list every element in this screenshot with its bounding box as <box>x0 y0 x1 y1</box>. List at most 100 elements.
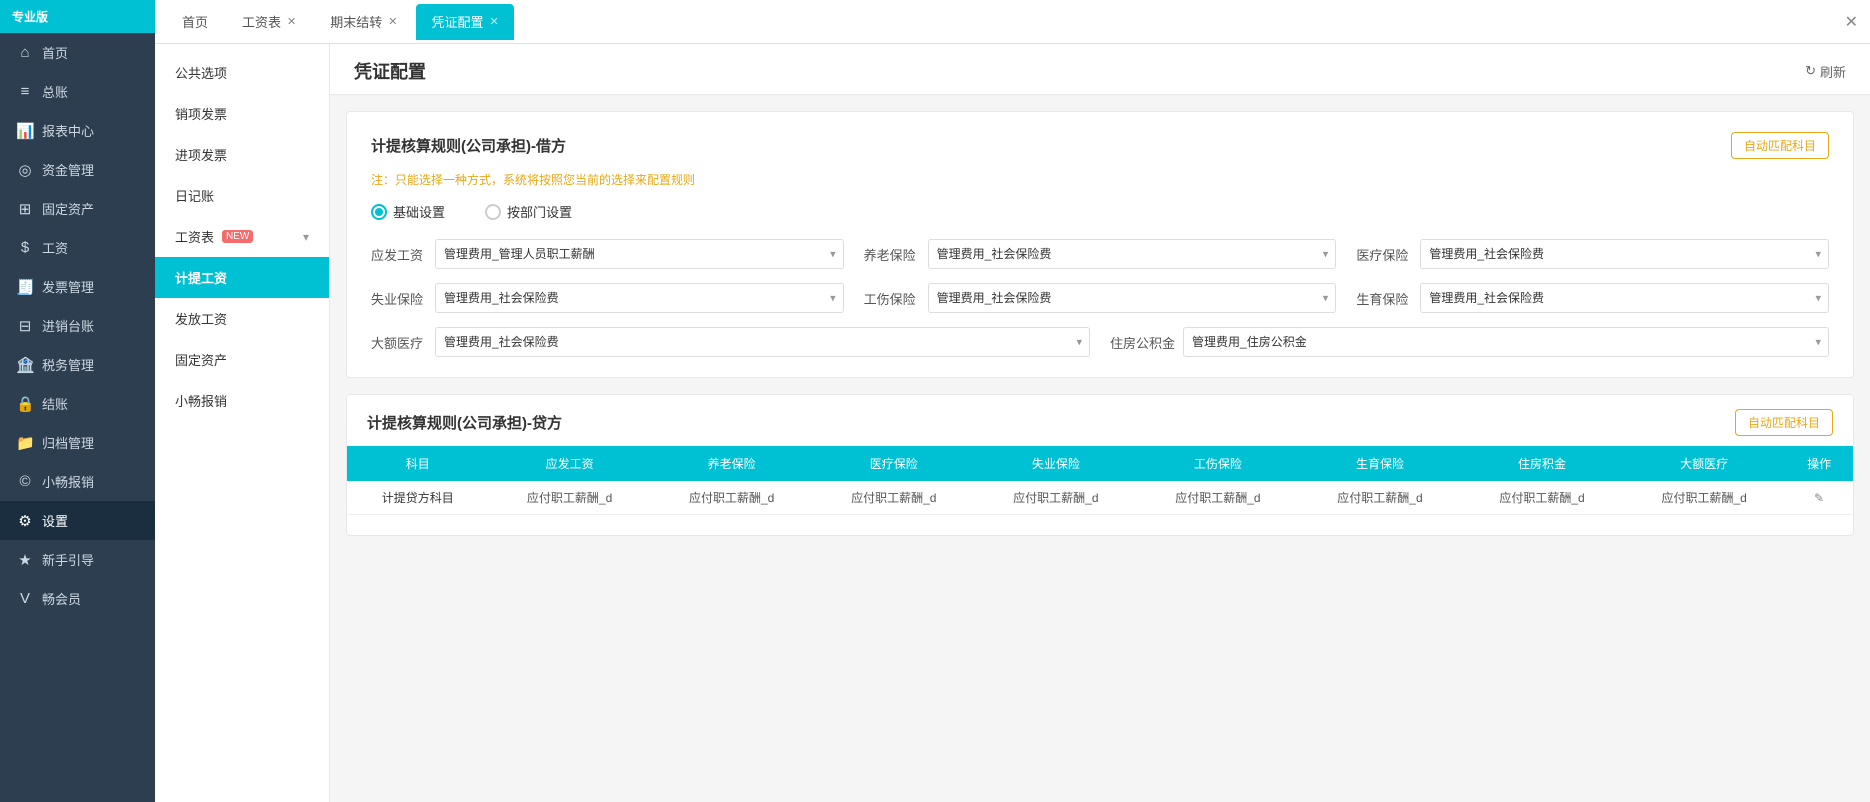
sidebar-item-archive-management[interactable]: 📁 归档管理 <box>0 423 155 462</box>
select-yang-lao[interactable]: 管理费用_社会保险费 <box>928 239 1337 269</box>
debit-section-header: 计提核算规则(公司承担)-借方 自动匹配科目 <box>371 132 1829 159</box>
credit-auto-match-btn[interactable]: 自动匹配科目 <box>1735 409 1833 436</box>
label-shi-ye: 失业保险 <box>371 289 427 308</box>
close-voucher-config-tab[interactable]: ✕ <box>490 15 499 28</box>
td-ying-fa: 应付职工薪酬_d <box>489 481 651 515</box>
td-da-e: 应付职工薪酬_d <box>1623 481 1785 515</box>
report-icon: 📊 <box>16 122 34 140</box>
field-sheng-yu: 生育保险 管理费用_社会保险费 ▾ <box>1356 283 1829 313</box>
left-nav-journal[interactable]: 日记账 <box>155 175 329 216</box>
form-grid-row3: 大额医疗 管理费用_社会保险费 ▾ 住房公积金 管理费用_住房公积金 <box>371 327 1829 357</box>
label-ying-fa-gongzi: 应发工资 <box>371 245 427 264</box>
label-yang-lao: 养老保险 <box>864 245 920 264</box>
tab-voucher-config[interactable]: 凭证配置 ✕ <box>416 4 513 40</box>
closing-icon: 🔒 <box>16 395 34 413</box>
table-header-row: 科目 应发工资 养老保险 医疗保险 失业保险 工伤保险 生育保险 住房积金 大额… <box>347 446 1853 481</box>
sidebar-item-home[interactable]: ⌂ 首页 <box>0 33 155 72</box>
main-area: 首页 工资表 ✕ 期末结转 ✕ 凭证配置 ✕ ✕ 公共选项 销项发票 进项发票 <box>155 0 1870 802</box>
select-wrapper-ying-fa: 管理费用_管理人员职工薪酬 ▾ <box>435 239 844 269</box>
field-da-e-yiliao: 大额医疗 管理费用_社会保险费 ▾ <box>371 327 1090 357</box>
sidebar-item-report-center[interactable]: 📊 报表中心 <box>0 111 155 150</box>
page-header: 凭证配置 ↻ 刷新 <box>330 44 1870 95</box>
radio-group: 基础设置 按部门设置 <box>371 202 1829 221</box>
tab-home[interactable]: 首页 <box>167 4 223 40</box>
label-zhu-fang: 住房公积金 <box>1110 333 1175 352</box>
sidebar-item-vip-member[interactable]: V 畅会员 <box>0 579 155 618</box>
td-sheng-yu-value: 应付职工薪酬_d <box>1337 491 1422 505</box>
th-ying-fa: 应发工资 <box>489 446 651 481</box>
close-period-close-tab[interactable]: ✕ <box>388 15 397 28</box>
field-yi-liao: 医疗保险 管理费用_社会保险费 ▾ <box>1356 239 1829 269</box>
td-edit-action[interactable]: ✎ <box>1785 481 1853 515</box>
sidebar-item-tax-management[interactable]: 🏦 税务管理 <box>0 345 155 384</box>
select-sheng-yu[interactable]: 管理费用_社会保险费 <box>1420 283 1829 313</box>
debit-notice: 注：只能选择一种方式，系统将按照您当前的选择来配置规则 <box>371 171 1829 188</box>
refresh-icon: ↻ <box>1805 63 1816 79</box>
td-subject: 计提贷方科目 <box>347 481 489 515</box>
form-grid-row1: 应发工资 管理费用_管理人员职工薪酬 ▾ 养老保险 管理费用_社会保险费 <box>371 239 1829 269</box>
td-gong-shang-value: 应付职工薪酬_d <box>1175 491 1260 505</box>
debit-auto-match-btn[interactable]: 自动匹配科目 <box>1731 132 1829 159</box>
left-nav-calc-salary[interactable]: 计提工资 <box>155 257 329 298</box>
select-shi-ye[interactable]: 管理费用_社会保险费 <box>435 283 844 313</box>
sidebar-item-settings[interactable]: ⚙ 设置 <box>0 501 155 540</box>
select-ying-fa-gongzi[interactable]: 管理费用_管理人员职工薪酬 <box>435 239 844 269</box>
select-da-e[interactable]: 管理费用_社会保险费 <box>435 327 1090 357</box>
invoice-icon: 🧾 <box>16 278 34 296</box>
sidebar-item-xiaochange-report[interactable]: © 小畅报销 <box>0 462 155 501</box>
select-zhu-fang[interactable]: 管理费用_住房公积金 <box>1183 327 1829 357</box>
td-yi-liao: 应付职工薪酬_d <box>813 481 975 515</box>
debit-section: 计提核算规则(公司承担)-借方 自动匹配科目 注：只能选择一种方式，系统将按照您… <box>346 111 1854 378</box>
sidebar-item-purchase-sales[interactable]: ⊟ 进销台账 <box>0 306 155 345</box>
refresh-btn[interactable]: ↻ 刷新 <box>1805 62 1846 81</box>
sidebar-item-fixed-assets[interactable]: ⊞ 固定资产 <box>0 189 155 228</box>
label-sheng-yu: 生育保险 <box>1356 289 1412 308</box>
tabs-bar: 首页 工资表 ✕ 期末结转 ✕ 凭证配置 ✕ ✕ <box>155 0 1870 44</box>
page-title: 凭证配置 <box>354 58 426 84</box>
radio-dept-setting[interactable]: 按部门设置 <box>485 202 572 221</box>
edit-row-icon[interactable]: ✎ <box>1814 491 1824 505</box>
select-wrapper-yi-liao: 管理费用_社会保险费 ▾ <box>1420 239 1829 269</box>
label-da-e-yiliao: 大额医疗 <box>371 333 427 352</box>
td-yi-liao-value: 应付职工薪酬_d <box>851 491 936 505</box>
left-nav-xiaochange-expense[interactable]: 小畅报销 <box>155 380 329 421</box>
td-gong-shang: 应付职工薪酬_d <box>1137 481 1299 515</box>
radio-dept-indicator <box>485 204 501 220</box>
select-yi-liao[interactable]: 管理费用_社会保险费 <box>1420 239 1829 269</box>
td-shi-ye: 应付职工薪酬_d <box>975 481 1137 515</box>
close-panel-btn[interactable]: ✕ <box>1845 12 1858 32</box>
archive-icon: 📁 <box>16 434 34 452</box>
radio-basic-setting[interactable]: 基础设置 <box>371 202 445 221</box>
sidebar-item-closing[interactable]: 🔒 结账 <box>0 384 155 423</box>
select-wrapper-sheng-yu: 管理费用_社会保险费 ▾ <box>1420 283 1829 313</box>
td-yang-lao-value: 应付职工薪酬_d <box>689 491 774 505</box>
left-nav-public-options[interactable]: 公共选项 <box>155 52 329 93</box>
sidebar-item-invoice-management[interactable]: 🧾 发票管理 <box>0 267 155 306</box>
sidebar-item-beginner-guide[interactable]: ★ 新手引导 <box>0 540 155 579</box>
label-gong-shang: 工伤保险 <box>864 289 920 308</box>
select-wrapper-yang-lao: 管理费用_社会保险费 ▾ <box>928 239 1337 269</box>
tab-period-close[interactable]: 期末结转 ✕ <box>315 4 412 40</box>
sidebar-item-general-ledger[interactable]: ≡ 总账 <box>0 72 155 111</box>
left-nav-fixed-assets[interactable]: 固定资产 <box>155 339 329 380</box>
td-shi-ye-value: 应付职工薪酬_d <box>1013 491 1098 505</box>
credit-table: 科目 应发工资 养老保险 医疗保险 失业保险 工伤保险 生育保险 住房积金 大额… <box>347 446 1853 515</box>
td-ying-fa-value: 应付职工薪酬_d <box>527 491 612 505</box>
vip-icon: V <box>16 590 34 607</box>
left-nav-cancellation-invoice[interactable]: 销项发票 <box>155 93 329 134</box>
radio-basic-indicator <box>371 204 387 220</box>
left-nav-input-invoice[interactable]: 进项发票 <box>155 134 329 175</box>
left-nav-issue-salary[interactable]: 发放工资 <box>155 298 329 339</box>
sidebar-item-fund-management[interactable]: ◎ 资金管理 <box>0 150 155 189</box>
th-subject: 科目 <box>347 446 489 481</box>
th-yang-lao: 养老保险 <box>651 446 813 481</box>
field-shi-ye: 失业保险 管理费用_社会保险费 ▾ <box>371 283 844 313</box>
fixed-assets-icon: ⊞ <box>16 200 34 218</box>
sidebar-item-salary[interactable]: $ 工资 <box>0 228 155 267</box>
select-gong-shang[interactable]: 管理费用_社会保险费 <box>928 283 1337 313</box>
guide-icon: ★ <box>16 551 34 569</box>
left-nav-payroll-table[interactable]: 工资表 NEW ▾ <box>155 216 329 257</box>
tab-payroll[interactable]: 工资表 ✕ <box>227 4 311 40</box>
new-badge: NEW <box>222 230 253 243</box>
close-payroll-tab[interactable]: ✕ <box>287 15 296 28</box>
